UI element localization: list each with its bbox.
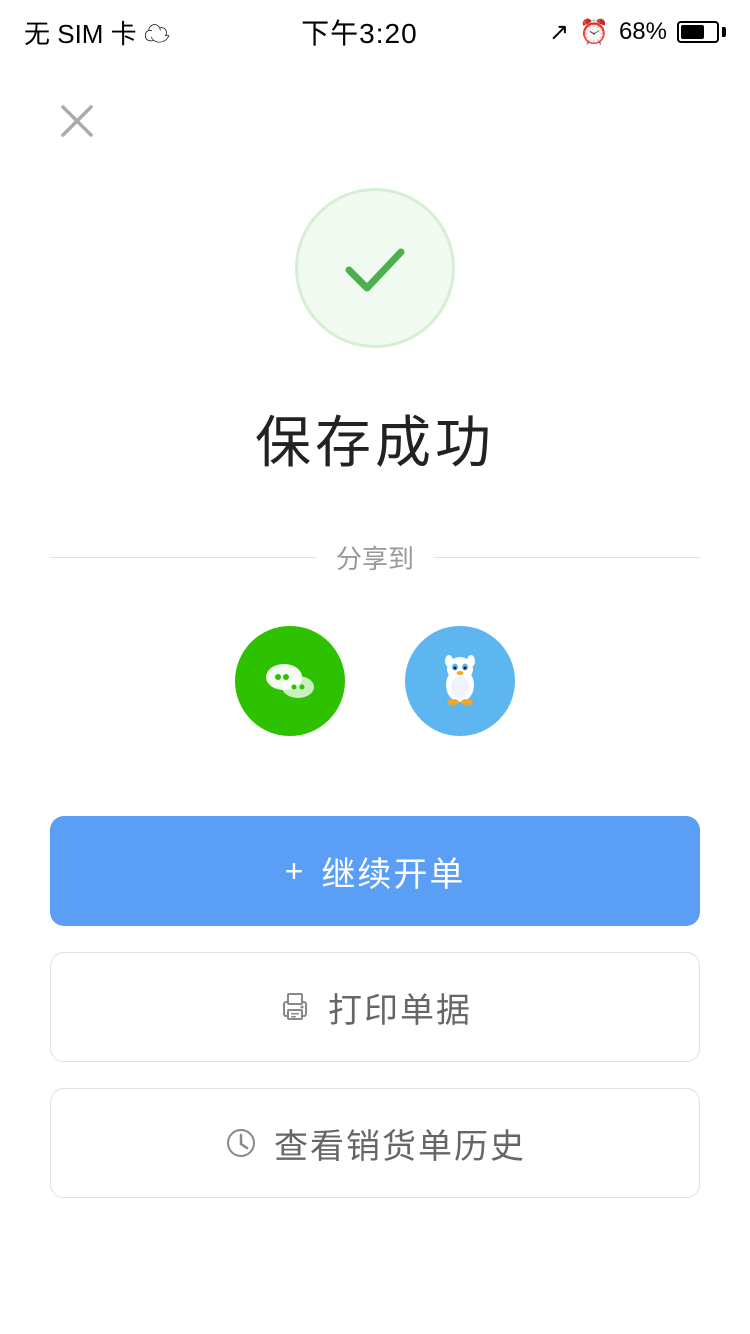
wechat-icon: [258, 649, 322, 713]
share-qq-button[interactable]: [405, 626, 515, 736]
print-button[interactable]: 打印单据: [50, 952, 700, 1062]
battery-percent: 68%: [619, 18, 667, 46]
battery-icon: [677, 21, 726, 43]
continue-order-button[interactable]: + 继续开单: [50, 816, 700, 926]
clock-icon: [224, 1126, 258, 1160]
main-content: 保存成功 分享到: [0, 148, 750, 1334]
print-label: 打印单据: [328, 983, 472, 1032]
close-icon: [59, 103, 95, 139]
action-buttons: + 继续开单 打印单据: [50, 816, 700, 1198]
status-time: 下午3:20: [301, 12, 418, 52]
close-area: [0, 64, 750, 148]
status-bar: 无 SIM 卡 ☁ 下午3:20 ↗ ⏰ 68%: [0, 0, 750, 64]
close-button[interactable]: [50, 94, 104, 148]
divider-line-left: [50, 557, 316, 558]
success-title: 保存成功: [255, 398, 495, 479]
share-icons: [235, 626, 515, 736]
share-divider: 分享到: [50, 539, 700, 576]
success-circle: [295, 188, 455, 348]
status-right: ↗ ⏰ 68%: [549, 18, 726, 47]
location-icon: ↗: [549, 18, 569, 47]
check-icon: [335, 228, 415, 308]
signal-text: 无 SIM 卡 ☁: [24, 14, 170, 51]
share-wechat-button[interactable]: [235, 626, 345, 736]
plus-icon: +: [285, 853, 306, 890]
divider-line-right: [434, 557, 700, 558]
printer-icon: [278, 990, 312, 1024]
qq-icon: [428, 649, 492, 713]
status-left: 无 SIM 卡 ☁: [24, 14, 170, 51]
alarm-icon: ⏰: [579, 18, 609, 47]
share-label: 分享到: [336, 539, 414, 576]
continue-order-label: 继续开单: [321, 847, 465, 896]
history-button[interactable]: 查看销货单历史: [50, 1088, 700, 1198]
history-label: 查看销货单历史: [274, 1119, 526, 1168]
